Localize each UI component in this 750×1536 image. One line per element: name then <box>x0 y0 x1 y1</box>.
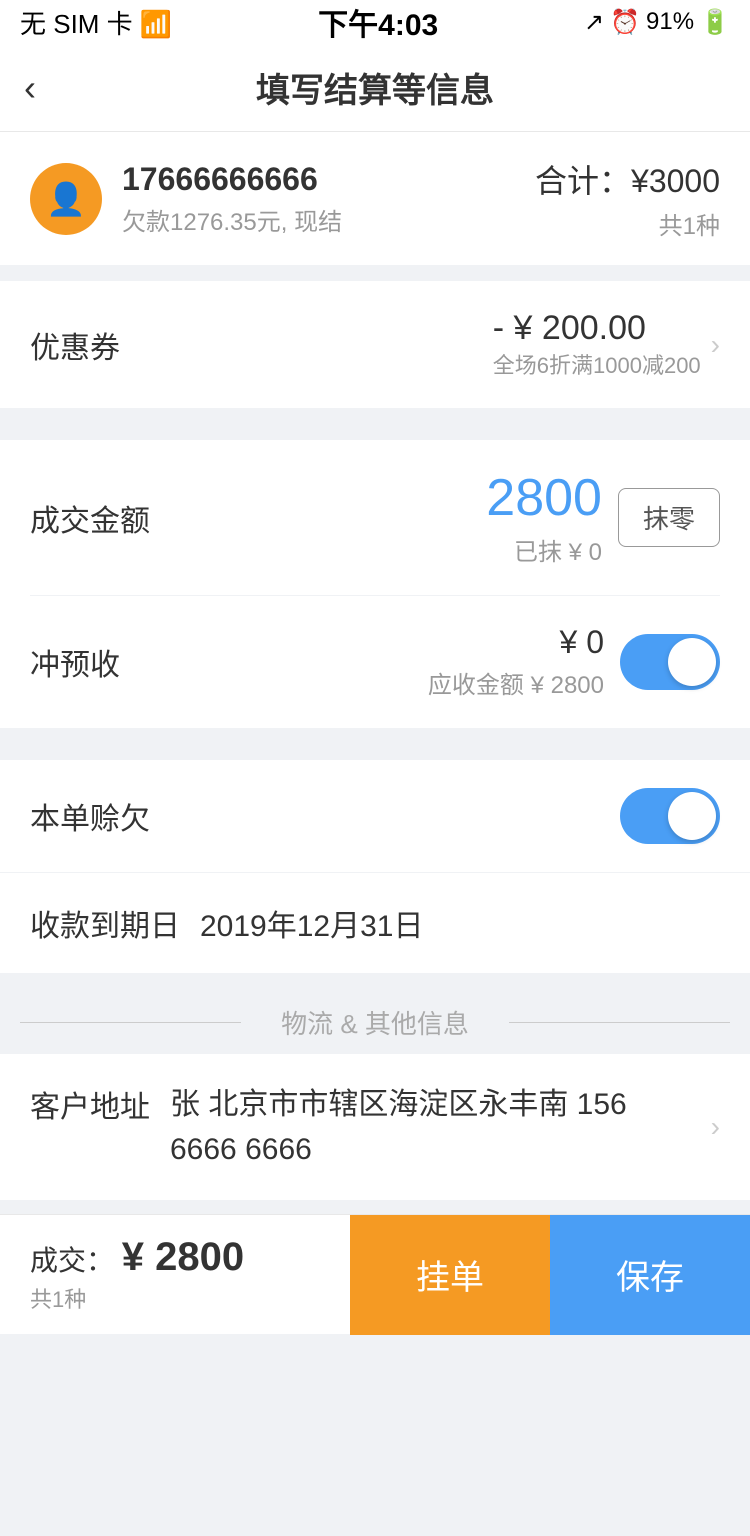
credit-toggle-knob <box>668 792 716 840</box>
user-info: 17666666666 欠款1276.35元, 现结 <box>122 161 342 237</box>
bottom-spacer <box>0 1416 750 1536</box>
deal-amount-sub: 已抹 ¥ 0 <box>486 532 602 567</box>
clock-icon: ⏰ <box>610 8 640 37</box>
pre-receive-toggle[interactable] <box>620 634 720 690</box>
form-section-1: 成交金额 2800 已抹 ¥ 0 抹零 冲预收 ¥ 0 应收金额 ¥ 2800 <box>0 440 750 728</box>
address-row[interactable]: 客户地址 张 北京市市辖区海淀区永丰南 156 6666 6666 › <box>0 1054 750 1200</box>
bottom-bar: 成交： ¥ 2800 共1种 挂单 保存 <box>0 1214 750 1334</box>
total-value: ¥3000 <box>631 163 720 199</box>
user-sub: 欠款1276.35元, 现结 <box>122 202 342 237</box>
status-right: ↗ ⏰ 91% 🔋 <box>584 8 730 37</box>
coupon-amount: - ¥ 200.00 <box>493 309 701 348</box>
coupon-right: - ¥ 200.00 全场6折满1000减200 › <box>493 309 720 380</box>
due-date-value: 2019年12月31日 <box>200 901 423 945</box>
logistics-header: 物流 & 其他信息 <box>0 990 750 1054</box>
section-divider-3 <box>0 974 750 990</box>
bottom-deal-label: 成交： <box>30 1245 114 1276</box>
pre-receive-label: 冲预收 <box>30 640 170 684</box>
hang-button[interactable]: 挂单 <box>350 1215 550 1335</box>
status-time: 下午4:03 <box>318 0 438 44</box>
due-date-label: 收款到期日 <box>30 901 180 945</box>
user-phone: 17666666666 <box>122 161 342 198</box>
bottom-deal-count: 共1种 <box>30 1282 320 1314</box>
battery-icon: 🔋 <box>700 8 730 37</box>
section-divider-2 <box>0 744 750 760</box>
total-amount: 合计：¥3000 <box>535 156 720 202</box>
coupon-label: 优惠券 <box>30 323 120 367</box>
deal-amount-wrap: 2800 已抹 ¥ 0 抹零 <box>486 468 720 567</box>
sim-text: 无 SIM 卡 📶 <box>20 4 172 41</box>
pre-receive-wrap: ¥ 0 应收金额 ¥ 2800 <box>428 624 720 700</box>
bottom-deal-line: 成交： ¥ 2800 <box>30 1235 320 1280</box>
deal-amount-row: 成交金额 2800 已抹 ¥ 0 抹零 <box>30 440 720 596</box>
pre-receive-row: 冲预收 ¥ 0 应收金额 ¥ 2800 <box>30 596 720 728</box>
battery-text: 91% <box>646 8 694 36</box>
pre-receive-sub: 应收金额 ¥ 2800 <box>428 665 604 700</box>
user-total: 合计：¥3000 共1种 <box>535 156 720 241</box>
logistics-line-right <box>509 1022 730 1023</box>
status-bar: 无 SIM 卡 📶 下午4:03 ↗ ⏰ 91% 🔋 <box>0 0 750 44</box>
due-date-row: 收款到期日 2019年12月31日 <box>0 873 750 974</box>
avatar: 👤 <box>30 163 102 235</box>
address-arrow-icon: › <box>711 1111 720 1143</box>
total-label: 合计： <box>535 163 631 199</box>
location-icon: ↗ <box>584 8 604 37</box>
save-button[interactable]: 保存 <box>550 1215 750 1335</box>
coupon-desc: 全场6折满1000减200 <box>493 348 701 380</box>
address-section: 客户地址 张 北京市市辖区海淀区永丰南 156 6666 6666 › <box>0 1054 750 1200</box>
deal-amount-label: 成交金额 <box>30 496 170 540</box>
section-divider-1 <box>0 424 750 440</box>
coupon-row[interactable]: 优惠券 - ¥ 200.00 全场6折满1000减200 › <box>0 281 750 408</box>
logistics-text: 物流 & 其他信息 <box>281 1004 469 1041</box>
user-row: 👤 17666666666 欠款1276.35元, 现结 合计：¥3000 共1… <box>0 132 750 265</box>
nav-bar: ‹ 填写结算等信息 <box>0 44 750 132</box>
address-label: 客户地址 <box>30 1082 150 1126</box>
page-title: 填写结算等信息 <box>256 63 494 112</box>
coupon-arrow-icon: › <box>711 329 720 361</box>
status-left: 无 SIM 卡 📶 <box>20 4 172 41</box>
toggle-knob <box>668 638 716 686</box>
total-count: 共1种 <box>535 206 720 241</box>
address-value: 张 北京市市辖区海淀区永丰南 156 6666 6666 <box>170 1082 701 1172</box>
bottom-summary: 成交： ¥ 2800 共1种 <box>0 1235 350 1314</box>
back-button[interactable]: ‹ <box>24 67 36 109</box>
credit-row: 本单赊欠 <box>30 760 720 872</box>
pre-receive-value: ¥ 0 <box>560 624 604 661</box>
deal-amount-value: 2800 <box>486 468 602 528</box>
credit-label: 本单赊欠 <box>30 794 170 838</box>
credit-toggle[interactable] <box>620 788 720 844</box>
round-down-button[interactable]: 抹零 <box>618 488 720 547</box>
bottom-deal-amount: ¥ 2800 <box>122 1235 244 1279</box>
logistics-line-left <box>20 1022 241 1023</box>
avatar-icon: 👤 <box>46 180 86 218</box>
